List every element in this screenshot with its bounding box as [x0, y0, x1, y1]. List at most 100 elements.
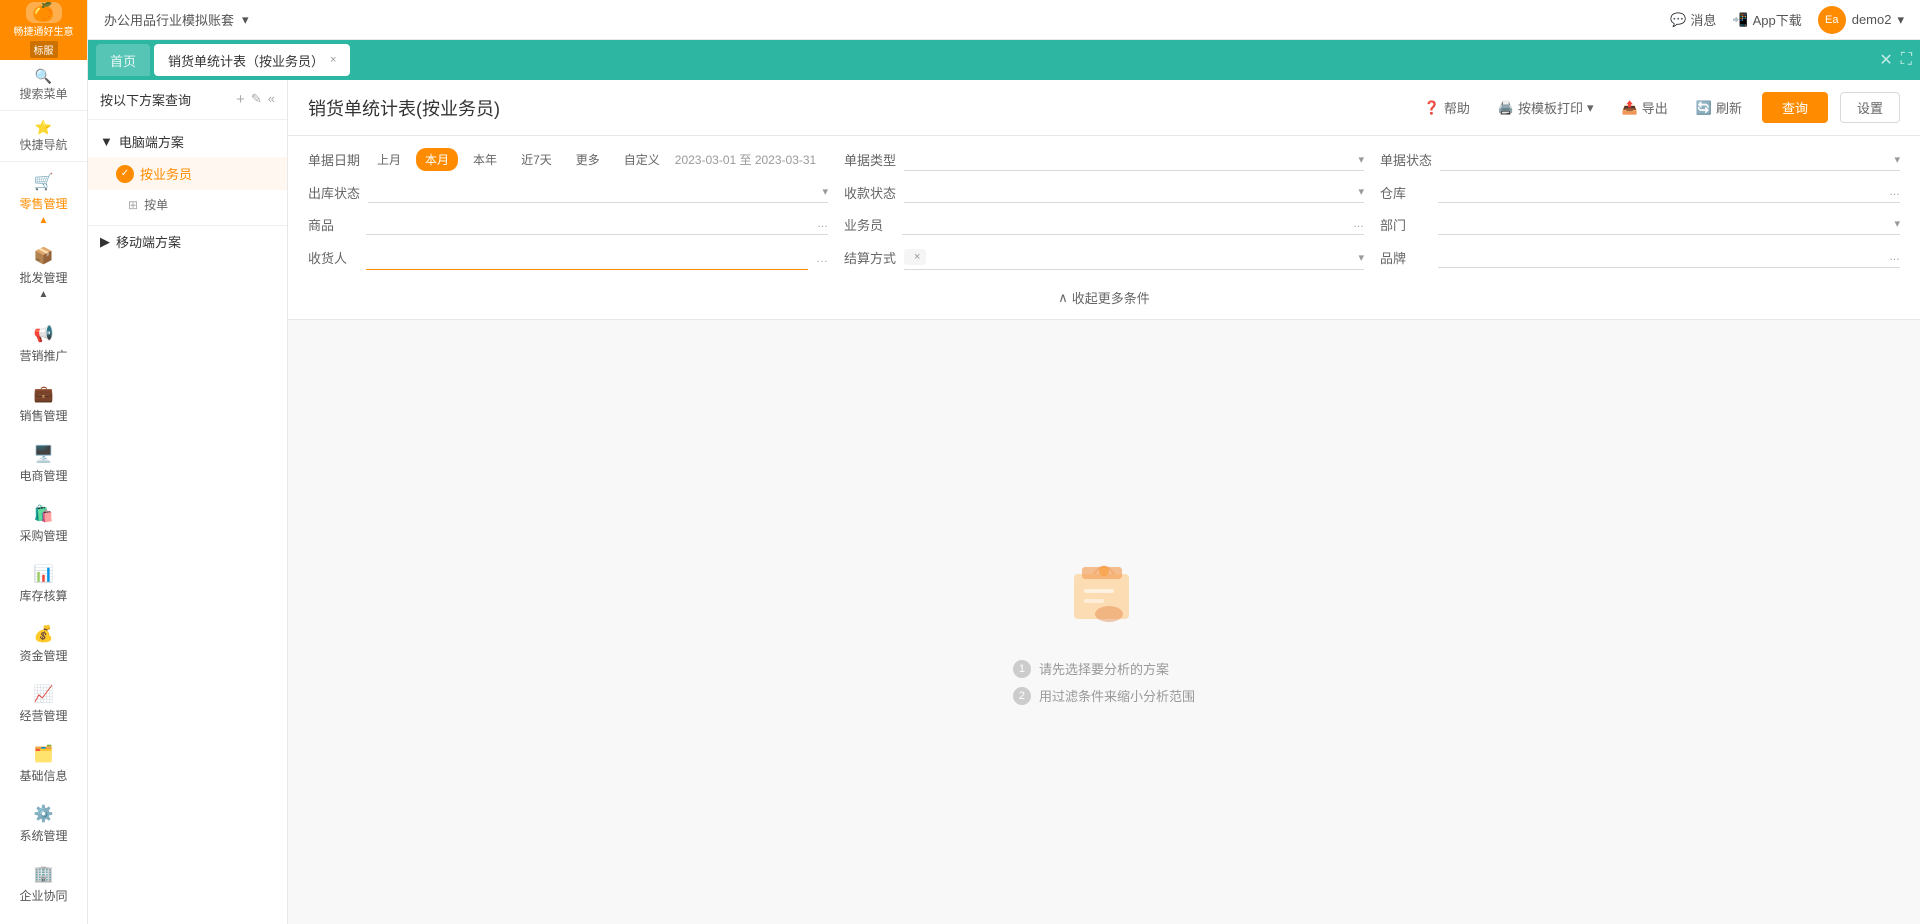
date-btn-more[interactable]: 更多: [567, 148, 609, 171]
sidebar-item-sales[interactable]: 💼 销售管理: [0, 374, 87, 434]
desktop-scheme-group: ▼ 电脑端方案 ✓ 按业务员 ⊞ 按单: [88, 120, 287, 225]
user-profile[interactable]: Ea demo2 ▾: [1818, 6, 1904, 34]
sidebar-item-wholesale[interactable]: 📦 批发管理 ▲: [0, 236, 87, 310]
sidebar-item-finance[interactable]: 💰 资金管理: [0, 614, 87, 674]
left-panel-header: 按以下方案查询 + ✎ «: [88, 80, 287, 120]
scheme-child-salesperson[interactable]: ✓ 按业务员: [88, 157, 287, 190]
department-select[interactable]: ▾: [1438, 213, 1900, 235]
tab-sales-stat[interactable]: 销货单统计表（按业务员） ×: [154, 44, 350, 76]
desktop-scheme-label: 电脑端方案: [119, 132, 184, 151]
date-btn-lastmonth[interactable]: 上月: [368, 148, 410, 171]
tab-close-button[interactable]: ×: [330, 54, 336, 66]
sidebar-item-newbie[interactable]: 🎯 新手引导: [0, 914, 87, 924]
empty-state: 1 请先选择要分析的方案 2 用过滤条件来缩小分析范围: [1013, 539, 1195, 705]
message-button[interactable]: 💬 消息: [1670, 10, 1716, 29]
sales-icon: 💼: [34, 384, 54, 404]
top-header-right: 💬 消息 📲 App下载 Ea demo2 ▾: [1670, 6, 1904, 34]
date-label: 单据日期: [308, 150, 360, 169]
consignee-input[interactable]: [366, 246, 808, 270]
brand-select[interactable]: …: [1438, 247, 1900, 268]
enterprise-icon: 🏢: [34, 864, 54, 884]
doctype-select[interactable]: ▾: [904, 149, 1364, 171]
collapse-panel-button[interactable]: «: [268, 91, 275, 108]
consignee-dots[interactable]: …: [816, 251, 828, 265]
desktop-scheme-parent[interactable]: ▼ 电脑端方案: [88, 126, 287, 157]
docstatus-label: 单据状态: [1380, 150, 1432, 169]
sidebar-item-system[interactable]: ⚙️ 系统管理: [0, 794, 87, 854]
sidebar-shortcut[interactable]: ⭐ 快捷导航: [0, 111, 87, 162]
app-download-button[interactable]: 📲 App下载: [1732, 10, 1801, 29]
sidebar-item-retail[interactable]: 🛒 零售管理 ▲: [0, 162, 87, 236]
left-panel: 按以下方案查询 + ✎ « ▼ 电脑端方案 ✓ 按业务员 ⊞ 按: [88, 80, 288, 924]
settings-button[interactable]: 设置: [1840, 92, 1900, 123]
sidebar-item-purchase[interactable]: 🛍️ 采购管理: [0, 494, 87, 554]
search-label: 搜索菜单: [19, 87, 67, 101]
window-close-icon[interactable]: ✕: [1879, 50, 1892, 70]
receiptstatus-select[interactable]: ▾: [904, 181, 1364, 203]
window-expand-icon[interactable]: ⛶: [1901, 51, 1912, 69]
data-area: 1 请先选择要分析的方案 2 用过滤条件来缩小分析范围: [288, 320, 1920, 924]
outstatus-select[interactable]: ▾: [368, 181, 828, 203]
date-btn-thisyear[interactable]: 本年: [464, 148, 506, 171]
mobile-scheme-parent[interactable]: ▶ 移动端方案: [88, 226, 287, 257]
department-label: 部门: [1380, 215, 1430, 234]
payment-tag-remove[interactable]: ×: [914, 251, 920, 263]
goods-select[interactable]: …: [366, 214, 828, 235]
logo-text: 畅捷通好生意: [14, 26, 74, 39]
left-panel-title: 按以下方案查询: [100, 90, 191, 109]
payment-label: 结算方式: [844, 248, 896, 267]
date-btn-7days[interactable]: 近7天: [512, 148, 561, 171]
sidebar-item-marketing[interactable]: 📢 营销推广: [0, 314, 87, 374]
warehouse-label: 仓库: [1380, 183, 1430, 202]
marketing-icon: 📢: [34, 324, 54, 344]
export-button[interactable]: 📤 导出: [1614, 94, 1676, 121]
tab-home[interactable]: 首页: [96, 44, 150, 76]
sidebar-search[interactable]: 🔍 搜索菜单: [0, 60, 87, 111]
print-icon: 🖨️: [1498, 100, 1514, 116]
salesperson-dots: …: [1353, 218, 1364, 230]
salesperson-select[interactable]: …: [902, 214, 1364, 235]
collapse-conditions-button[interactable]: ∧ 收起更多条件: [308, 280, 1900, 307]
inventory-icon: 📊: [34, 564, 54, 584]
docstatus-select[interactable]: ▾: [1440, 149, 1900, 171]
outstatus-arrow: ▾: [822, 185, 828, 198]
add-scheme-button[interactable]: +: [236, 91, 245, 108]
docstatus-arrow: ▾: [1894, 153, 1900, 166]
tip-num-1: 1: [1013, 660, 1031, 678]
sidebar-item-operations[interactable]: 📈 经营管理: [0, 674, 87, 734]
date-btn-custom[interactable]: 自定义: [615, 148, 669, 171]
warehouse-select[interactable]: …: [1438, 182, 1900, 203]
sidebar-item-ecommerce[interactable]: 🖥️ 电商管理: [0, 434, 87, 494]
logo-sub: 标服: [30, 41, 58, 58]
date-btn-thismonth[interactable]: 本月: [416, 148, 458, 171]
edit-scheme-button[interactable]: ✎: [251, 91, 262, 108]
receiptstatus-arrow: ▾: [1358, 185, 1364, 198]
date-range: 2023-03-01 至 2023-03-31: [675, 151, 816, 168]
scheme-salesperson-label: 按业务员: [140, 164, 192, 183]
avatar: Ea: [1818, 6, 1846, 34]
sidebar-item-basics[interactable]: 🗂️ 基础信息: [0, 734, 87, 794]
doctype-arrow: ▾: [1358, 153, 1364, 166]
content-wrapper: 按以下方案查询 + ✎ « ▼ 电脑端方案 ✓ 按业务员 ⊞ 按: [88, 80, 1920, 924]
system-icon: ⚙️: [34, 804, 54, 824]
print-button[interactable]: 🖨️ 按模板打印 ▾: [1490, 94, 1602, 121]
help-button[interactable]: ❓ 帮助: [1416, 94, 1478, 121]
sidebar-item-inventory[interactable]: 📊 库存核算: [0, 554, 87, 614]
phone-icon: 📲: [1732, 12, 1748, 28]
logo-icon: 🍊: [26, 2, 62, 23]
collapse-label: 收起更多条件: [1072, 288, 1150, 307]
sidebar-item-enterprise[interactable]: 🏢 企业协同: [0, 854, 87, 914]
payment-select[interactable]: × ▾: [904, 245, 1364, 270]
empty-tip-2: 2 用过滤条件来缩小分析范围: [1013, 686, 1195, 705]
export-icon: 📤: [1622, 100, 1638, 116]
filter-item-date: 单据日期 上月 本月 本年 近7天 更多 自定义 2023-03-01 至 20…: [308, 148, 828, 171]
query-button[interactable]: 查询: [1762, 92, 1828, 123]
tip-2-text: 用过滤条件来缩小分析范围: [1039, 686, 1195, 705]
salesperson-label: 业务员: [844, 215, 894, 234]
dropdown-label[interactable]: 办公用品行业模拟账套: [104, 10, 234, 29]
help-icon: ❓: [1424, 100, 1440, 116]
goods-dots: …: [817, 218, 828, 230]
purchase-icon: 🛍️: [34, 504, 54, 524]
refresh-button[interactable]: 🔄 刷新: [1688, 94, 1750, 121]
scheme-sub-order[interactable]: ⊞ 按单: [88, 190, 287, 219]
